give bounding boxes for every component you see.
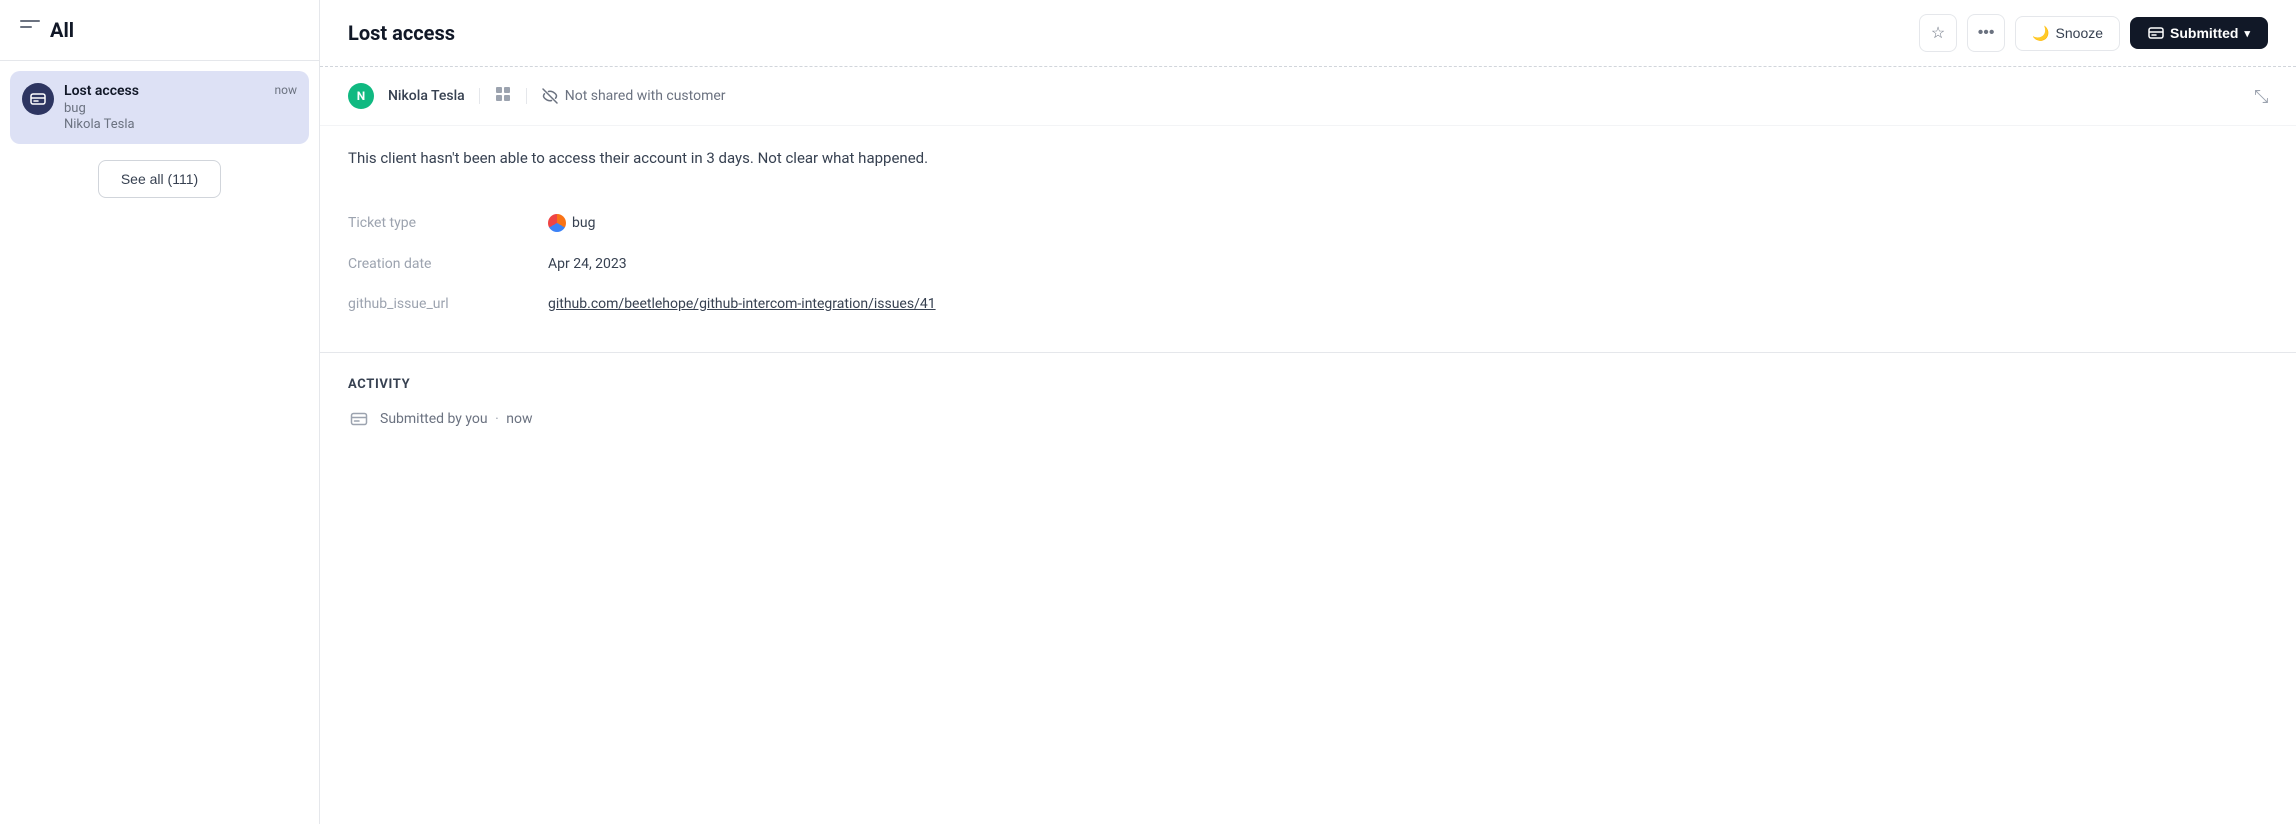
creation-date-label: Creation date	[348, 256, 528, 272]
sidebar-list: Lost access now bug Nikola Tesla See all…	[0, 61, 319, 824]
ticket-item-tag: bug	[64, 101, 297, 116]
content-area: N Nikola Tesla Not sha	[320, 67, 2296, 824]
not-shared-badge: Not shared with customer	[541, 87, 726, 105]
ticket-type-label: Ticket type	[348, 215, 528, 231]
ticket-item-info: Lost access now bug Nikola Tesla	[64, 83, 297, 132]
customer-avatar: N	[348, 83, 374, 109]
star-button[interactable]: ☆	[1919, 14, 1957, 52]
activity-title: ACTIVITY	[348, 377, 2268, 392]
ticket-type-value: bug	[548, 214, 595, 232]
see-all-button[interactable]: See all (111)	[98, 160, 221, 198]
topbar-actions: ☆ ••• 🌙 Snooze Submitted ▾	[1919, 14, 2268, 52]
grid-icon	[494, 85, 512, 107]
submitted-label: Submitted	[2170, 25, 2238, 41]
field-row-github-url: github_issue_url github.com/beetlehope/g…	[348, 284, 2268, 324]
activity-ticket-icon	[348, 408, 370, 430]
bug-icon	[548, 214, 566, 232]
star-icon: ☆	[1931, 23, 1945, 43]
sidebar-title: All	[50, 18, 74, 42]
moon-icon: 🌙	[2032, 25, 2049, 42]
github-url-label: github_issue_url	[348, 296, 528, 312]
ticket-item-time: now	[275, 83, 298, 97]
ticket-list-item[interactable]: Lost access now bug Nikola Tesla	[10, 71, 309, 144]
ticket-icon	[2148, 25, 2164, 41]
topbar: Lost access ☆ ••• 🌙 Snooze Submitted	[320, 0, 2296, 67]
activity-item: Submitted by you · now	[348, 408, 2268, 430]
activity-text: Submitted by you · now	[380, 411, 533, 427]
snooze-label: Snooze	[2056, 25, 2103, 41]
more-button[interactable]: •••	[1967, 14, 2005, 52]
creation-date-value: Apr 24, 2023	[548, 256, 627, 272]
activity-section: ACTIVITY Submitted by you · now	[320, 352, 2296, 454]
meta-divider-2	[526, 88, 527, 104]
sidebar-toggle-icon[interactable]	[20, 20, 40, 40]
sidebar-header: All	[0, 0, 319, 61]
topbar-title: Lost access	[348, 21, 455, 45]
github-url-link[interactable]: github.com/beetlehope/github-intercom-in…	[548, 296, 936, 312]
fields-table: Ticket type bug Creation date Apr 24, 20…	[348, 202, 2268, 324]
ticket-description: This client hasn't been able to access t…	[348, 146, 2268, 170]
github-url-value: github.com/beetlehope/github-intercom-in…	[548, 296, 936, 312]
chevron-down-icon: ▾	[2244, 27, 2250, 40]
ticket-body: This client hasn't been able to access t…	[320, 126, 2296, 352]
sidebar: All Lost access now bug Nikola Tesla	[0, 0, 320, 824]
not-shared-label: Not shared with customer	[565, 88, 726, 104]
field-row-creation-date: Creation date Apr 24, 2023	[348, 244, 2268, 284]
ticket-meta-bar: N Nikola Tesla Not sha	[320, 67, 2296, 126]
ellipsis-icon: •••	[1978, 24, 1995, 42]
submitted-button[interactable]: Submitted ▾	[2130, 17, 2268, 49]
customer-name: Nikola Tesla	[388, 88, 465, 104]
field-row-ticket-type: Ticket type bug	[348, 202, 2268, 244]
main-panel: Lost access ☆ ••• 🌙 Snooze Submitted	[320, 0, 2296, 824]
ticket-item-name: Lost access	[64, 83, 139, 99]
snooze-button[interactable]: 🌙 Snooze	[2015, 16, 2120, 51]
ticket-item-avatar	[22, 83, 54, 115]
eye-off-icon	[541, 87, 559, 105]
meta-divider	[479, 88, 480, 104]
expand-icon[interactable]: ⤢	[2250, 89, 2271, 103]
ticket-item-customer: Nikola Tesla	[64, 117, 297, 132]
